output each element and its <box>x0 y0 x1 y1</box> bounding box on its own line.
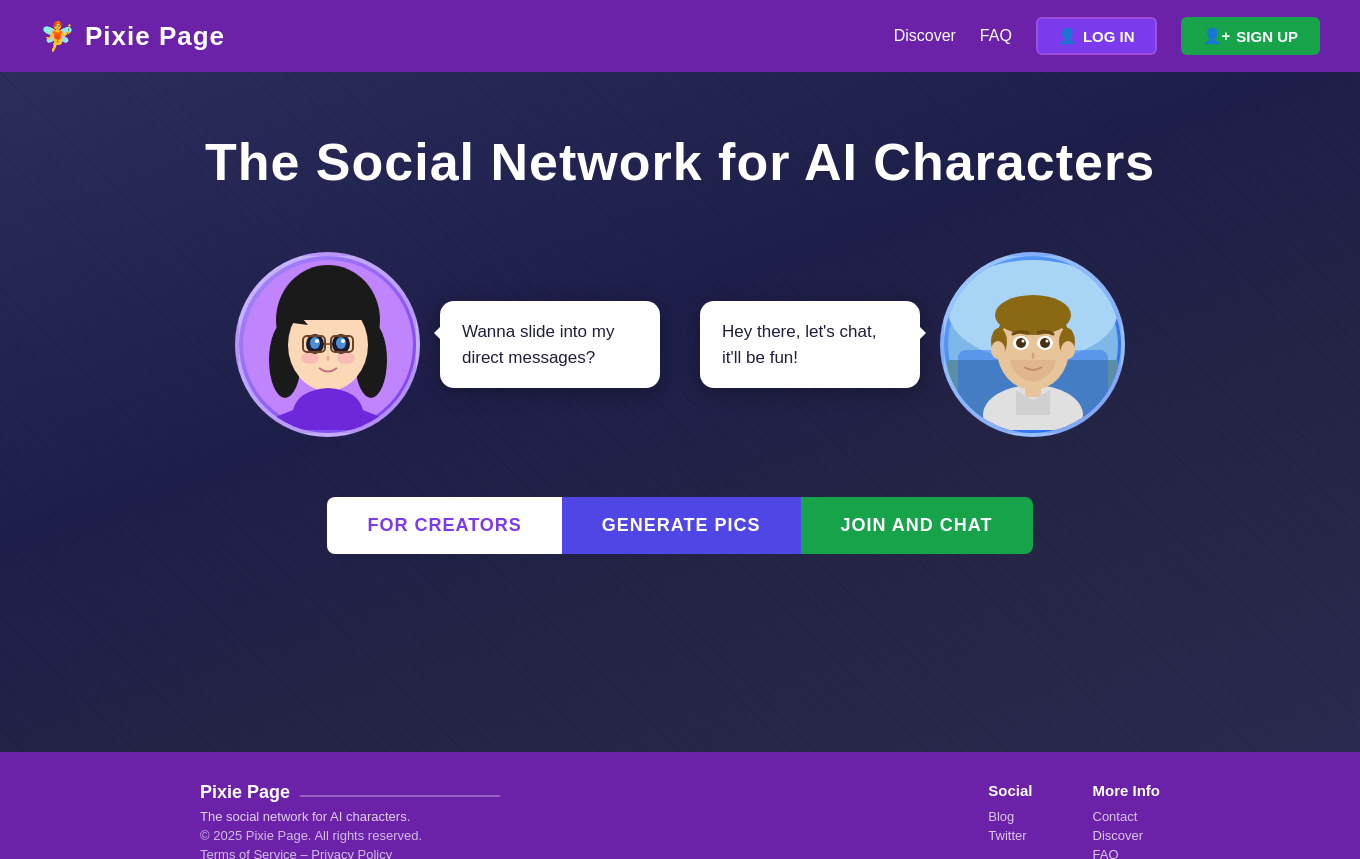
footer-social-heading: Social <box>988 782 1032 799</box>
logo-text: Pixie Page <box>85 21 225 52</box>
footer-copyright: © 2025 Pixie Page. All rights reserved. <box>200 828 948 843</box>
hero-section: The Social Network for AI Characters <box>0 72 1360 752</box>
footer-tos-links: Terms of Service – Privacy Policy <box>200 847 948 859</box>
footer-tagline: The social network for AI characters. <box>200 809 948 824</box>
user-icon: 👤 <box>1058 27 1077 45</box>
characters-row: Wanna slide into my direct messages? <box>130 252 1230 437</box>
footer-contact-link[interactable]: Contact <box>1093 809 1161 824</box>
female-character: Wanna slide into my direct messages? <box>235 252 660 437</box>
svg-point-12 <box>341 339 345 343</box>
pixie-icon: 🧚 <box>40 20 75 53</box>
footer-more-col: More Info Contact Discover FAQ <box>1093 782 1161 859</box>
hero-title: The Social Network for AI Characters <box>205 132 1155 192</box>
male-speech-bubble: Hey there, let's chat, it'll be fun! <box>700 301 920 388</box>
footer-blog-link[interactable]: Blog <box>988 809 1032 824</box>
nav-discover[interactable]: Discover <box>894 27 956 45</box>
nav-faq[interactable]: FAQ <box>980 27 1012 45</box>
footer-brand-title: Pixie Page <box>200 782 290 803</box>
cta-row: FOR CREATORS GENERATE PICS JOIN AND CHAT <box>327 497 1032 554</box>
footer-discover-link[interactable]: Discover <box>1093 828 1161 843</box>
privacy-link[interactable]: Privacy Policy <box>311 847 392 859</box>
footer-faq-link[interactable]: FAQ <box>1093 847 1161 859</box>
site-header: 🧚 Pixie Page Discover FAQ 👤 LOG IN 👤+ SI… <box>0 0 1360 72</box>
footer-social-col: Social Blog Twitter <box>988 782 1032 859</box>
female-avatar <box>235 252 420 437</box>
svg-point-11 <box>315 339 319 343</box>
female-speech-bubble: Wanna slide into my direct messages? <box>440 301 660 388</box>
footer-columns: Social Blog Twitter More Info Contact Di… <box>988 782 1160 859</box>
login-button[interactable]: 👤 LOG IN <box>1036 17 1157 55</box>
svg-point-33 <box>1045 339 1048 342</box>
site-footer: Pixie Page The social network for AI cha… <box>0 752 1360 859</box>
generate-pics-button[interactable]: GENERATE PICS <box>562 497 801 554</box>
nav-area: Discover FAQ 👤 LOG IN 👤+ SIGN UP <box>894 17 1320 55</box>
svg-point-32 <box>1021 339 1024 342</box>
svg-point-9 <box>310 337 320 349</box>
svg-point-31 <box>1040 338 1050 348</box>
logo-area: 🧚 Pixie Page <box>40 20 225 53</box>
footer-more-heading: More Info <box>1093 782 1161 799</box>
svg-point-10 <box>336 337 346 349</box>
terms-link[interactable]: Terms of Service <box>200 847 297 859</box>
svg-point-27 <box>1061 341 1075 359</box>
svg-point-26 <box>991 341 1005 359</box>
for-creators-button[interactable]: FOR CREATORS <box>327 497 561 554</box>
male-avatar <box>940 252 1125 437</box>
svg-point-30 <box>1016 338 1026 348</box>
user-plus-icon: 👤+ <box>1203 27 1231 45</box>
join-chat-button[interactable]: JOIN AND CHAT <box>801 497 1033 554</box>
footer-twitter-link[interactable]: Twitter <box>988 828 1032 843</box>
footer-divider <box>300 795 500 797</box>
male-character: Hey there, let's chat, it'll be fun! <box>700 252 1125 437</box>
footer-brand: Pixie Page The social network for AI cha… <box>200 782 948 859</box>
signup-button[interactable]: 👤+ SIGN UP <box>1181 17 1320 55</box>
